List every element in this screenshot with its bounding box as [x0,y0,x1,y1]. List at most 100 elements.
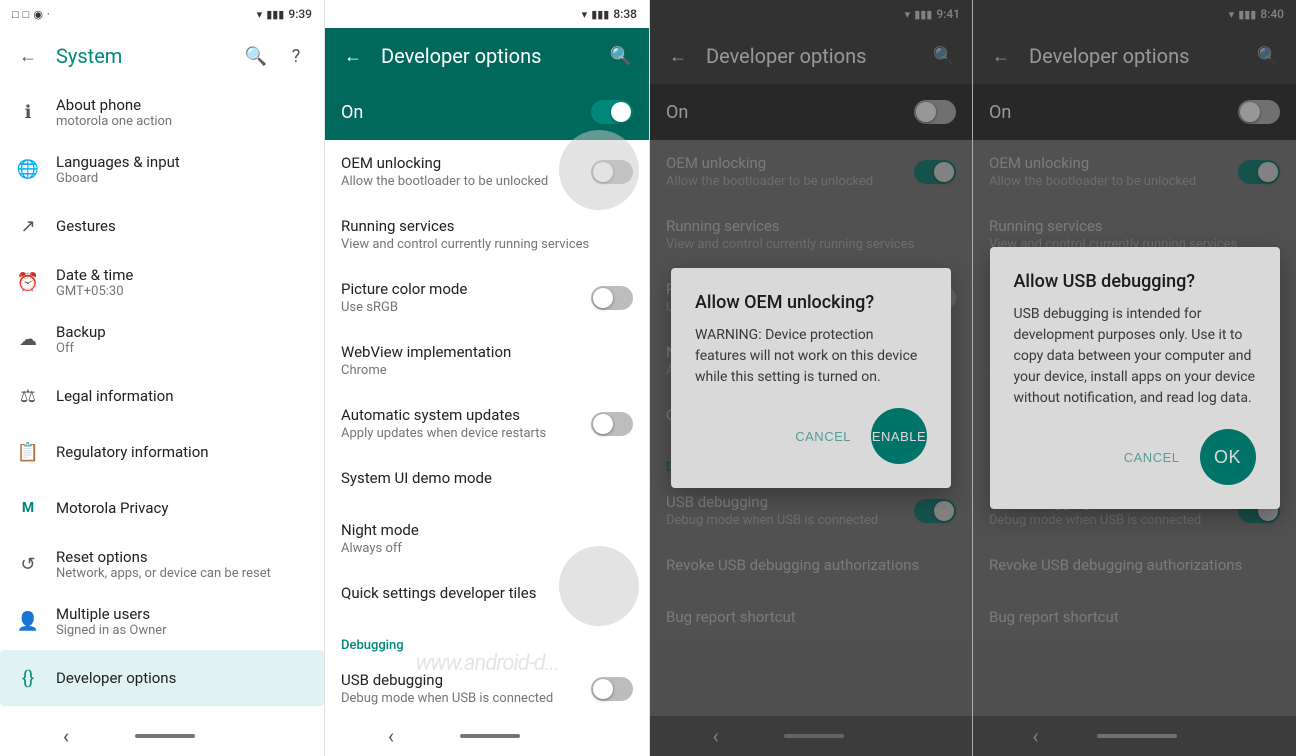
toggle-thumb-on [611,102,631,122]
dialog-overlay-r2: Allow USB debugging? USB debugging is in… [973,0,1296,756]
status-bar-middle: ▾ ▮▮▮ 8:38 [325,0,649,28]
on-toggle-middle[interactable] [591,100,633,124]
nav-item-privacy[interactable]: M Motorola Privacy [0,480,324,536]
setting-running-services[interactable]: Running services View and control curren… [325,203,649,266]
nav-label-legal: Legal information [56,387,173,405]
home-pill-middle[interactable] [460,734,520,738]
nav-sub-reset: Network, apps, or device can be reset [56,566,271,581]
debugging-section: Debugging [325,622,649,657]
datetime-icon: ⏰ [16,271,40,295]
nav-item-about[interactable]: ℹ About phone motorola one action [0,84,324,141]
oem-sub: Allow the bootloader to be unlocked [341,174,548,189]
usb-sub: Debug mode when USB is connected [341,691,553,706]
developer-icon: {} [16,666,40,690]
picture-label: Picture color mode [341,280,467,298]
autoupdate-toggle[interactable] [591,412,633,436]
status-icons-left: □ □ ◉ · [12,8,50,21]
on-header-middle: On [325,84,649,140]
dialog-title-oem: Allow OEM unlocking? [695,292,927,313]
ok-button-usb[interactable]: OK [1200,429,1256,485]
nav-item-gestures[interactable]: ↗ Gestures [0,198,324,254]
dialog-overlay-r1: Allow OEM unlocking? WARNING: Device pro… [650,0,972,756]
usb-toggle[interactable] [591,677,633,701]
nav-item-datetime[interactable]: ⏰ Date & time GMT+05:30 [0,254,324,311]
picture-toggle[interactable] [591,286,633,310]
setting-auto-updates[interactable]: Automatic system updates Apply updates w… [325,392,649,455]
nav-label-languages: Languages & input [56,153,180,171]
nav-item-updates[interactable]: 📱 System updates Updated to Android 9 [0,706,324,716]
cancel-button-oem[interactable]: Cancel [791,408,855,464]
nav-item-backup[interactable]: ☁ Backup Off [0,311,324,368]
settings-list-middle: OEM unlocking Allow the bootloader to be… [325,140,649,716]
oem-toggle[interactable] [591,160,633,184]
page-title-middle: Developer options [381,44,593,68]
setting-demo-mode[interactable]: System UI demo mode [325,455,649,507]
languages-icon: 🌐 [16,158,40,182]
bottom-bar-middle: ‹ [325,716,649,756]
nav-label-gestures: Gestures [56,217,116,235]
top-bar-left: ← System 🔍 ? [0,28,324,84]
nav-list: ℹ About phone motorola one action 🌐 Lang… [0,84,324,716]
demo-label: System UI demo mode [341,469,633,487]
home-pill-left[interactable] [135,734,195,738]
setting-usb-debug[interactable]: USB debugging Debug mode when USB is con… [325,657,649,716]
status-right-left: ▾ ▮▮▮ 9:39 [257,7,312,21]
oem-toggle-thumb [593,162,613,182]
dialog-actions-oem: Cancel Enable [695,408,927,464]
night-sub: Always off [341,541,633,556]
signal-icon-middle: ▮▮▮ [591,8,609,21]
nav-item-regulatory[interactable]: 📋 Regulatory information [0,424,324,480]
notif-icon: □ [12,8,19,21]
dialog-body-usb: USB debugging is intended for developmen… [1014,304,1256,409]
nav-sub-datetime: GMT+05:30 [56,284,133,299]
setting-picture-color[interactable]: Picture color mode Use sRGB [325,266,649,329]
running-sub: View and control currently running servi… [341,237,633,252]
time-middle: 8:38 [613,7,637,21]
nav-label-regulatory: Regulatory information [56,443,209,461]
search-button-left[interactable]: 🔍 [244,44,268,68]
back-button-left[interactable]: ← [16,44,40,68]
right-panel-2: ▾ ▮▮▮ 8:40 ← Developer options 🔍 On OEM … [973,0,1296,756]
about-icon: ℹ [16,101,40,125]
setting-night-mode[interactable]: Night mode Always off [325,507,649,570]
nav-sub-about: motorola one action [56,114,172,129]
dialog-actions-usb: Cancel OK [1014,429,1256,485]
running-label: Running services [341,217,633,235]
wifi-icon-left: ▾ [257,8,263,21]
dialog-body-oem: WARNING: Device protection features will… [695,325,927,388]
wifi-icon-middle: ▾ [582,8,588,21]
nav-sub-backup: Off [56,341,106,356]
back-nav-middle[interactable]: ‹ [388,724,394,748]
nav-item-legal[interactable]: ⚖ Legal information [0,368,324,424]
reset-icon: ↺ [16,553,40,577]
dialog-oem: Allow OEM unlocking? WARNING: Device pro… [671,268,951,488]
search-button-middle[interactable]: 🔍 [609,44,633,68]
autoupdate-toggle-thumb [593,414,613,434]
regulatory-icon: 📋 [16,440,40,464]
back-button-middle[interactable]: ← [341,44,365,68]
picture-sub: Use sRGB [341,300,467,315]
back-nav-left[interactable]: ‹ [63,724,69,748]
top-bar-middle: ← Developer options 🔍 [325,28,649,84]
cancel-button-usb[interactable]: Cancel [1120,429,1184,485]
time-left: 9:39 [288,7,312,21]
tiles-label: Quick settings developer tiles [341,584,633,602]
picture-toggle-thumb [593,288,613,308]
night-label: Night mode [341,521,633,539]
enable-button-oem[interactable]: Enable [871,408,927,464]
nav-item-users[interactable]: 👤 Multiple users Signed in as Owner [0,593,324,650]
nav-item-languages[interactable]: 🌐 Languages & input Gboard [0,141,324,198]
setting-oem-unlocking[interactable]: OEM unlocking Allow the bootloader to be… [325,140,649,203]
nav-item-developer[interactable]: {} Developer options [0,650,324,706]
autoupdate-label: Automatic system updates [341,406,546,424]
nav-sub-languages: Gboard [56,171,180,186]
setting-webview[interactable]: WebView implementation Chrome [325,329,649,392]
nav-label-datetime: Date & time [56,266,133,284]
lock-icon: ◉ [33,8,43,21]
privacy-icon: M [16,496,40,520]
nav-item-reset[interactable]: ↺ Reset options Network, apps, or device… [0,536,324,593]
signal-icon-left: ▮▮▮ [266,8,284,21]
help-button-left[interactable]: ? [284,44,308,68]
setting-quick-tiles[interactable]: Quick settings developer tiles [325,570,649,622]
oem-label: OEM unlocking [341,154,548,172]
